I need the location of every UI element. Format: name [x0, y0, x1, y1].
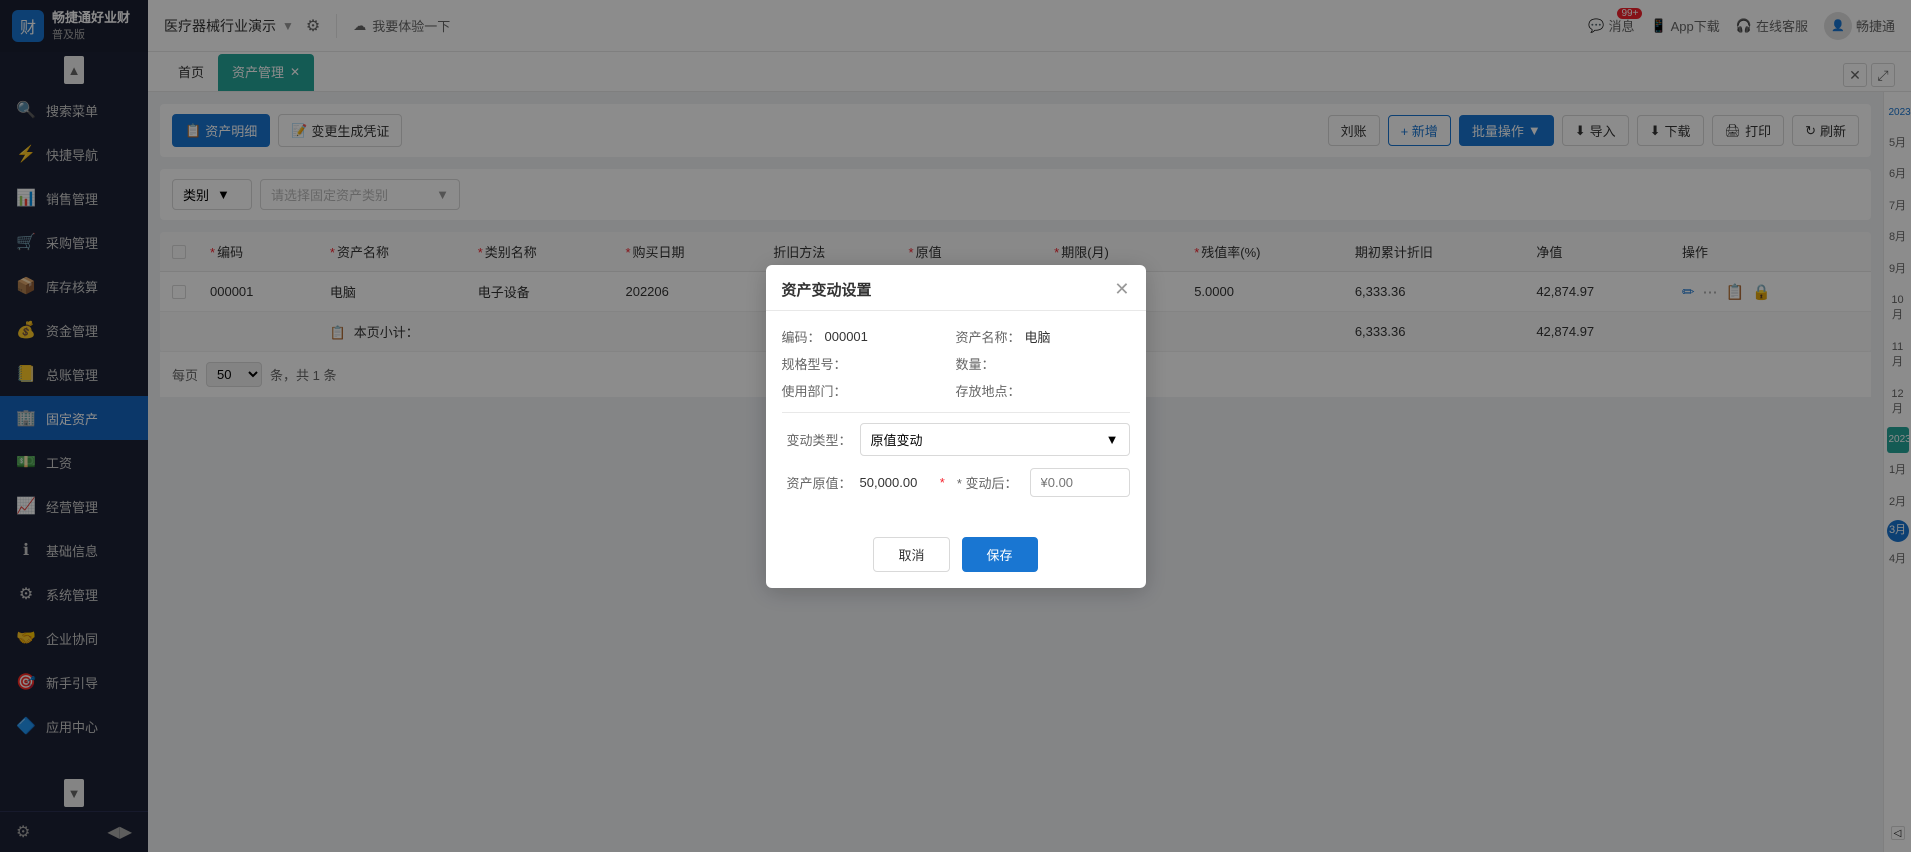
cancel-button[interactable]: 取消 — [873, 537, 949, 572]
save-button[interactable]: 保存 — [962, 537, 1038, 572]
change-type-row: 变动类型： 原值变动 ▼ — [782, 423, 1130, 456]
original-value-row: 资产原值： 50,000.00 * * 变动后： — [782, 468, 1130, 497]
save-label: 保存 — [987, 548, 1013, 563]
modal-body: 编码： 000001 资产名称： 电脑 规格型号： 数量： 使用部门： — [766, 311, 1146, 525]
required-star: * — [940, 475, 945, 490]
modal-asset-name-value: 电脑 — [1025, 327, 1051, 346]
change-type-label: 变动类型： — [782, 430, 852, 449]
modal-spec-row: 规格型号： — [782, 354, 956, 373]
after-change-input[interactable] — [1030, 468, 1130, 497]
modal-department-label: 使用部门： — [782, 381, 847, 400]
modal-divider — [782, 412, 1130, 413]
change-type-dropdown-icon: ▼ — [1106, 432, 1119, 447]
modal-code-value: 000001 — [825, 329, 868, 344]
modal-overlay: 资产变动设置 ✕ 编码： 000001 资产名称： 电脑 规格型号： 数量： — [0, 0, 1911, 852]
modal-footer: 取消 保存 — [766, 525, 1146, 588]
original-value-display: 50,000.00 — [860, 475, 932, 490]
modal-department-row: 使用部门： — [782, 381, 956, 400]
modal-spec-label: 规格型号： — [782, 354, 847, 373]
modal-asset-name-row: 资产名称： 电脑 — [956, 327, 1130, 346]
modal-title: 资产变动设置 — [782, 279, 872, 300]
asset-change-modal: 资产变动设置 ✕ 编码： 000001 资产名称： 电脑 规格型号： 数量： — [766, 265, 1146, 588]
modal-quantity-label: 数量： — [956, 354, 995, 373]
modal-code-row: 编码： 000001 — [782, 327, 956, 346]
modal-close-btn[interactable]: ✕ — [1114, 279, 1129, 300]
after-change-label: * 变动后： — [957, 473, 1018, 492]
modal-asset-name-label: 资产名称： — [956, 327, 1021, 346]
modal-info-grid: 编码： 000001 资产名称： 电脑 规格型号： 数量： 使用部门： — [782, 327, 1130, 400]
original-value-label: 资产原值： — [782, 473, 852, 492]
modal-location-row: 存放地点： — [956, 381, 1130, 400]
modal-location-label: 存放地点： — [956, 381, 1021, 400]
modal-quantity-row: 数量： — [956, 354, 1130, 373]
change-type-value: 原值变动 — [871, 430, 923, 449]
change-type-select[interactable]: 原值变动 ▼ — [860, 423, 1130, 456]
modal-code-label: 编码： — [782, 327, 821, 346]
cancel-label: 取消 — [898, 548, 924, 563]
modal-header: 资产变动设置 ✕ — [766, 265, 1146, 311]
